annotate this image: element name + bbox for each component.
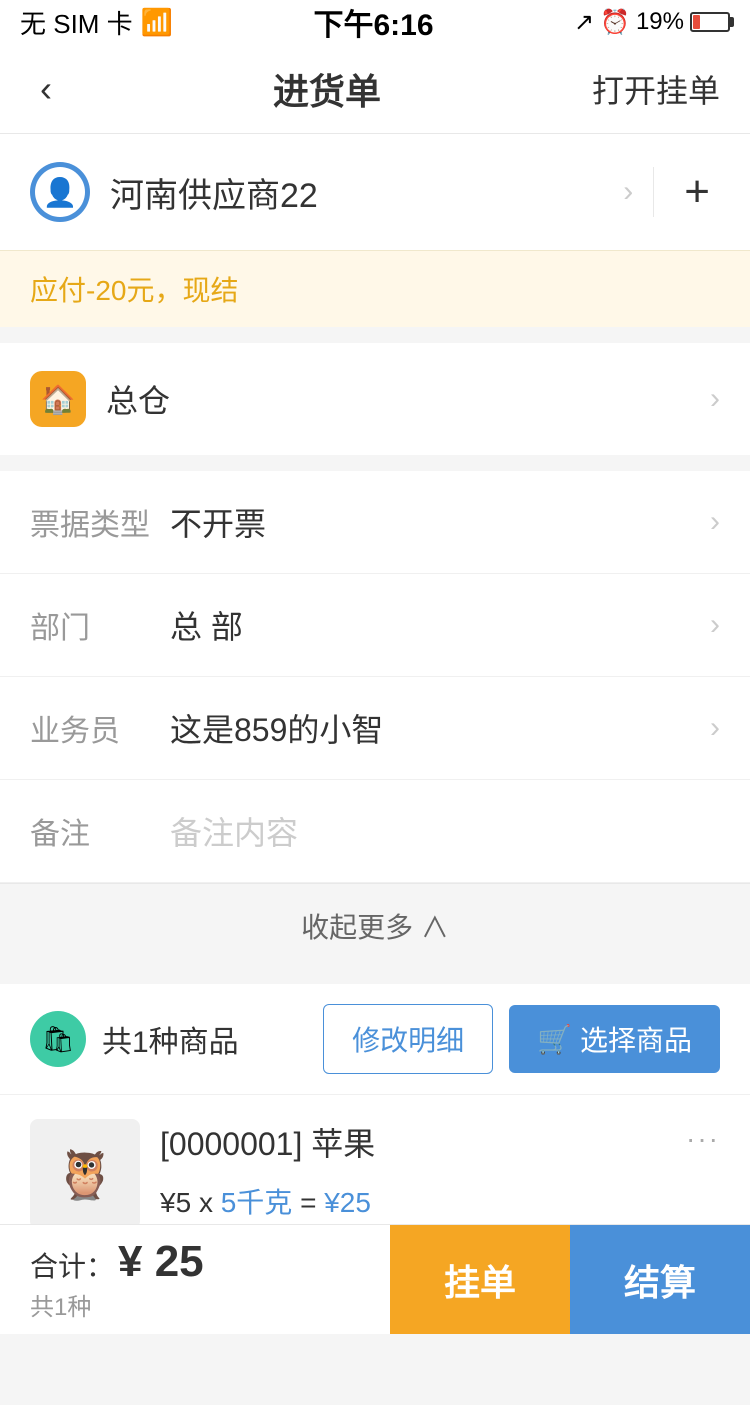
product-price: ¥5 <box>160 1187 191 1218</box>
wifi-icon: 📶 <box>141 7 173 38</box>
dept-value: 总 部 <box>170 602 700 648</box>
supplier-avatar: 👤 <box>30 162 90 222</box>
warehouse-row[interactable]: 🏠 总仓 › <box>0 343 750 455</box>
total-section: 合计： ¥ 25 共1种 <box>0 1225 390 1334</box>
page-title: 进货单 <box>273 63 381 115</box>
location-icon: ↗ <box>574 8 594 37</box>
product-bag-icon: 🛍 <box>30 1011 86 1067</box>
product-title: 苹果 <box>311 1126 375 1162</box>
hang-button[interactable]: 挂单 <box>390 1225 570 1334</box>
product-owl-icon: 🦉 <box>55 1146 115 1203</box>
product-price-row: ¥5 x 5千克 = ¥25 <box>160 1181 666 1221</box>
open-hang-button[interactable]: 打开挂单 <box>592 66 720 112</box>
checkout-button[interactable]: 结算 <box>570 1225 750 1334</box>
warehouse-icon: 🏠 <box>30 371 86 427</box>
salesperson-chevron-icon: › <box>710 711 720 745</box>
product-more[interactable]: ··· <box>686 1119 720 1155</box>
total-amount: ¥ 25 <box>118 1237 204 1287</box>
product-info: [0000001] 苹果 ¥5 x 5千克 = ¥25 <box>160 1119 666 1221</box>
remark-row[interactable]: 备注 备注内容 <box>0 780 750 883</box>
product-count: 共1种商品 <box>102 1017 307 1061</box>
salesperson-value: 这是859的小智 <box>170 705 700 751</box>
alarm-icon: ⏰ <box>600 8 630 37</box>
supplier-name: 河南供应商22 <box>110 168 613 217</box>
product-header: 🛍 共1种商品 修改明细 🛒 选择商品 <box>0 984 750 1095</box>
product-thumbnail: 🦉 <box>30 1119 140 1229</box>
dept-label: 部门 <box>30 603 170 647</box>
warehouse-chevron-icon: › <box>710 382 720 416</box>
status-left: 无 SIM 卡 📶 <box>20 4 173 41</box>
total-label: 合计： <box>30 1245 114 1285</box>
supplier-row[interactable]: 👤 河南供应商22 › + <box>0 134 750 250</box>
form-section: 票据类型 不开票 › 部门 总 部 › 业务员 这是859的小智 › 备注 备注… <box>0 471 750 968</box>
status-right: ↗ ⏰ 19% <box>574 8 730 37</box>
product-equals: = <box>300 1187 324 1218</box>
select-product-button[interactable]: 🛒 选择商品 <box>509 1005 720 1073</box>
invoice-label: 票据类型 <box>30 500 170 544</box>
product-multiply: x <box>199 1187 221 1218</box>
warehouse-name: 总仓 <box>106 376 700 422</box>
warehouse-section: 🏠 总仓 › <box>0 343 750 455</box>
invoice-value: 不开票 <box>170 499 700 545</box>
invoice-row[interactable]: 票据类型 不开票 › <box>0 471 750 574</box>
remark-label: 备注 <box>30 809 170 853</box>
bottom-bar: 合计： ¥ 25 共1种 挂单 结算 <box>0 1224 750 1334</box>
payment-notice: 应付-20元，现结 <box>0 250 750 327</box>
carrier-text: 无 SIM 卡 <box>20 4 133 41</box>
dept-chevron-icon: › <box>710 608 720 642</box>
cart-icon: 🛒 <box>537 1023 572 1056</box>
product-total: ¥25 <box>324 1187 371 1218</box>
collapse-row[interactable]: 收起更多 ∧ <box>0 883 750 968</box>
remark-input[interactable]: 备注内容 <box>170 808 720 854</box>
invoice-chevron-icon: › <box>710 505 720 539</box>
supplier-section: 👤 河南供应商22 › + 应付-20元，现结 <box>0 134 750 327</box>
supplier-chevron-icon: › <box>623 175 633 209</box>
main-content: 👤 河南供应商22 › + 应付-20元，现结 🏠 总仓 › 票据类型 不开票 … <box>0 134 750 1405</box>
person-icon: 👤 <box>43 176 78 209</box>
total-row: 合计： ¥ 25 <box>30 1237 360 1287</box>
product-name: [0000001] 苹果 <box>160 1119 666 1165</box>
salesperson-row[interactable]: 业务员 这是859的小智 › <box>0 677 750 780</box>
battery-icon <box>690 12 730 32</box>
product-section: 🛍 共1种商品 修改明细 🛒 选择商品 🦉 [0000001] 苹果 ¥5 <box>0 984 750 1253</box>
dept-row[interactable]: 部门 总 部 › <box>0 574 750 677</box>
status-bar: 无 SIM 卡 📶 下午6:16 ↗ ⏰ 19% <box>0 0 750 44</box>
product-code: [0000001] <box>160 1126 302 1162</box>
add-supplier-button[interactable]: + <box>674 167 720 217</box>
select-product-label: 选择商品 <box>580 1019 692 1059</box>
collapse-label: 收起更多 ∧ <box>301 906 449 946</box>
salesperson-label: 业务员 <box>30 706 170 750</box>
more-icon: ··· <box>686 1123 720 1155</box>
edit-detail-button[interactable]: 修改明细 <box>323 1004 493 1074</box>
back-button[interactable]: ‹ <box>30 58 62 120</box>
total-count: 共1种 <box>30 1287 360 1322</box>
product-qty: 5千克 <box>221 1187 293 1218</box>
nav-bar: ‹ 进货单 打开挂单 <box>0 44 750 134</box>
battery-percent: 19% <box>636 8 684 36</box>
status-time: 下午6:16 <box>313 0 433 44</box>
supplier-divider <box>653 167 654 217</box>
